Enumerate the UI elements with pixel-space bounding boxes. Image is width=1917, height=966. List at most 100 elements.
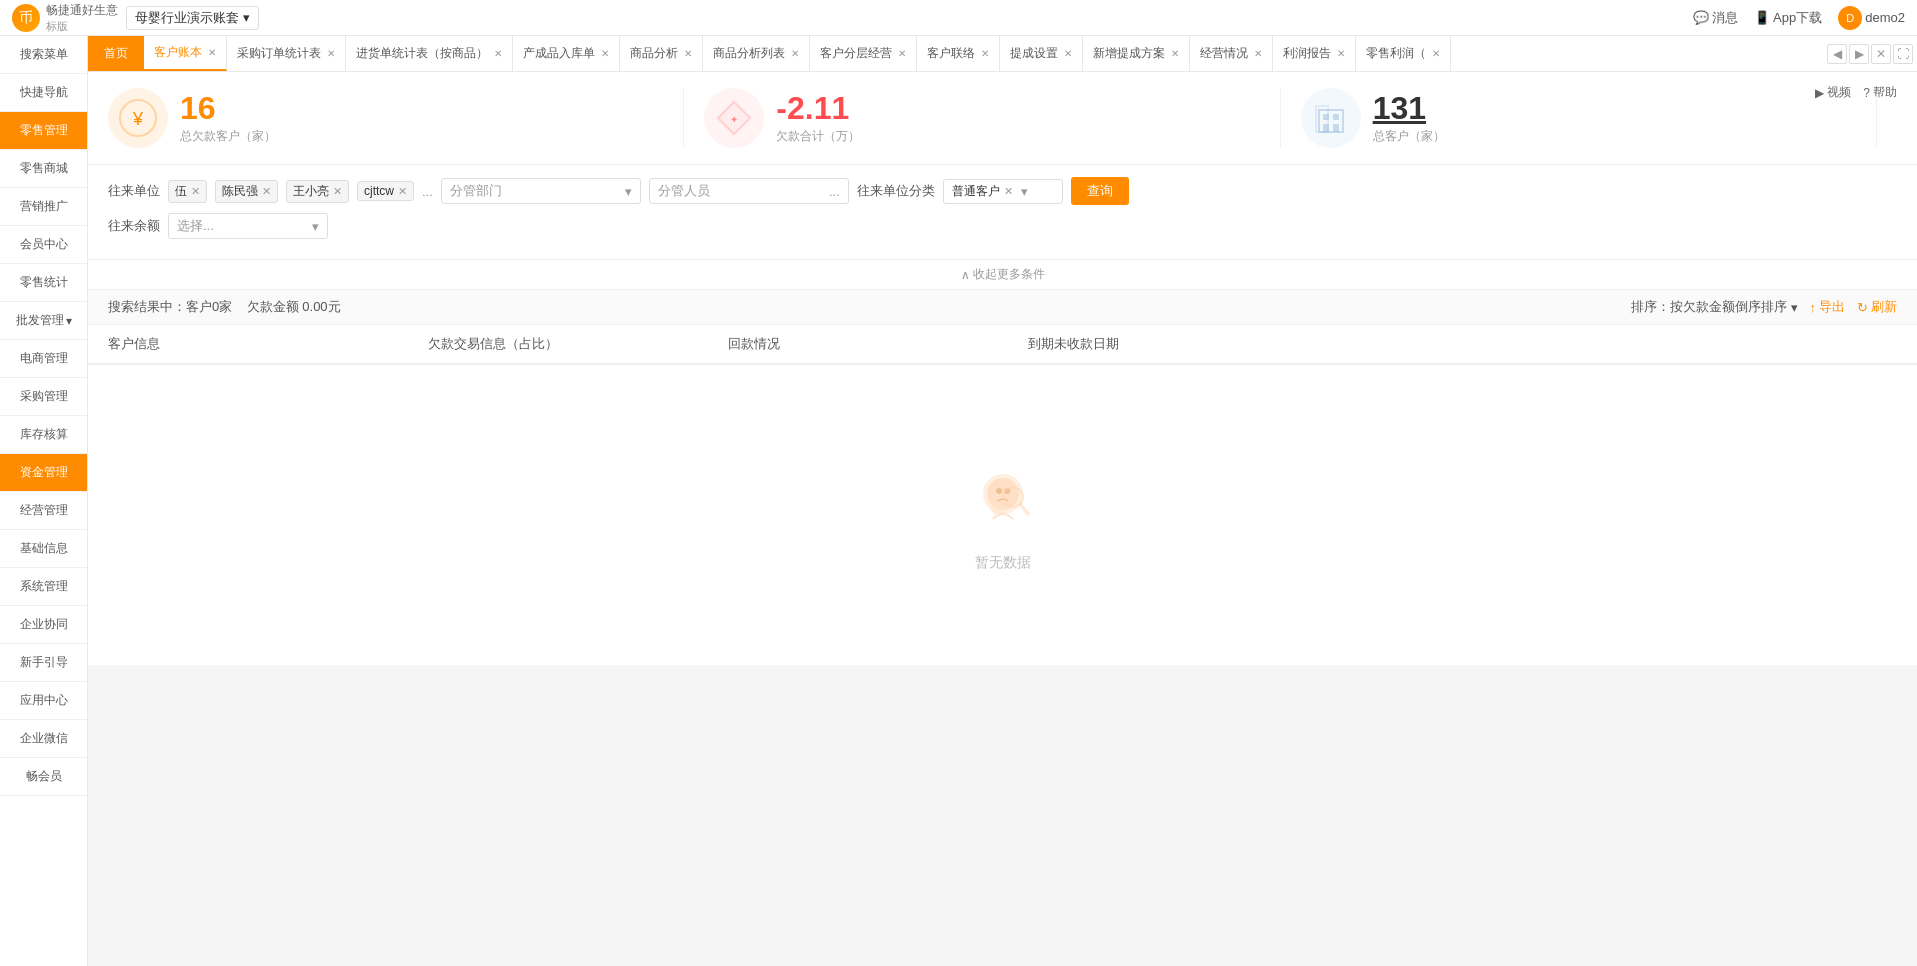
chevron-up-icon: ∧ <box>961 268 970 282</box>
filter-balance-select[interactable]: 选择... ▾ <box>168 213 328 239</box>
sidebar-item-retail-stats[interactable]: 零售统计 <box>0 264 87 302</box>
tab-next-btn[interactable]: ▶ <box>1849 44 1869 64</box>
remove-tag-cjttcw[interactable]: ✕ <box>398 185 407 198</box>
tab-close-icon[interactable]: ✕ <box>684 48 692 59</box>
video-icon: ▶ <box>1815 86 1824 100</box>
tab-customer-contact[interactable]: 客户联络 ✕ <box>917 36 1000 71</box>
tab-inbound-stats[interactable]: 进货单统计表（按商品） ✕ <box>346 36 513 71</box>
remove-tag-wang[interactable]: ✕ <box>333 185 342 198</box>
tab-close-icon[interactable]: ✕ <box>327 48 335 59</box>
tab-close-icon[interactable]: ✕ <box>494 48 502 59</box>
stat-values-amount: -2.11 欠款合计（万） <box>776 91 860 145</box>
tab-expand-btn[interactable]: ⛶ <box>1893 44 1913 64</box>
collapse-btn[interactable]: ∧ 收起更多条件 <box>961 266 1045 283</box>
svg-rect-5 <box>1319 110 1343 132</box>
sidebar-item-quicknav[interactable]: 快捷导航 <box>0 74 87 112</box>
query-button[interactable]: 查询 <box>1071 177 1129 205</box>
remove-tag-normal-customer[interactable]: ✕ <box>1004 185 1013 198</box>
tab-arrows: ◀ ▶ ✕ ⛶ <box>1823 36 1917 71</box>
svg-text:✦: ✦ <box>730 114 738 125</box>
logo-title: 畅捷通好生意 <box>46 2 118 19</box>
stat-values-customers: 16 总欠款客户（家） <box>180 91 276 145</box>
sidebar-item-appcenter[interactable]: 应用中心 <box>0 682 87 720</box>
tab-close-icon[interactable]: ✕ <box>1337 48 1345 59</box>
remove-tag-wu[interactable]: ✕ <box>191 185 200 198</box>
tab-close-icon[interactable]: ✕ <box>1171 48 1179 59</box>
remove-tag-chen[interactable]: ✕ <box>262 185 271 198</box>
svg-point-14 <box>996 488 1002 494</box>
tab-close-icon[interactable]: ✕ <box>208 47 216 58</box>
svg-rect-7 <box>1333 114 1339 120</box>
tab-close-icon[interactable]: ✕ <box>898 48 906 59</box>
sidebar-item-marketing[interactable]: 营销推广 <box>0 188 87 226</box>
stat-icon-diamond: ✦ <box>704 88 764 148</box>
sort-label: 排序：按欠款金额倒序排序 <box>1631 298 1787 316</box>
sidebar-item-basic-info[interactable]: 基础信息 <box>0 530 87 568</box>
sidebar-item-wechat[interactable]: 企业微信 <box>0 720 87 758</box>
export-btn[interactable]: ↑ 导出 <box>1810 298 1846 316</box>
app-download-btn[interactable]: 📱 App下载 <box>1754 9 1822 27</box>
help-btn[interactable]: ? 帮助 <box>1863 84 1897 101</box>
sidebar-item-inventory[interactable]: 库存核算 <box>0 416 87 454</box>
filter-person-select[interactable]: 分管人员 ... <box>649 178 849 204</box>
collapse-row: ∧ 收起更多条件 <box>88 260 1917 290</box>
sidebar-item-member[interactable]: 会员中心 <box>0 226 87 264</box>
tab-customer-ledger[interactable]: 客户账本 ✕ <box>144 36 227 71</box>
tab-retail-profit[interactable]: 零售利润（ ✕ <box>1356 36 1451 71</box>
filter-more-btn[interactable]: ... <box>422 184 433 199</box>
sidebar-item-finance[interactable]: 资金管理 <box>0 454 87 492</box>
tab-purchase-order[interactable]: 采购订单统计表 ✕ <box>227 36 346 71</box>
stat-total-customers: 131 总客户（家） <box>1301 88 1877 148</box>
tab-customer-tier[interactable]: 客户分层经营 ✕ <box>810 36 917 71</box>
filter-unit-class-select[interactable]: 普通客户 ✕ ▾ <box>943 179 1063 204</box>
sidebar: 搜索菜单 快捷导航 零售管理 零售商城 营销推广 会员中心 零售统计 批发管理 … <box>0 36 88 966</box>
filter-tag-chen: 陈民强 ✕ <box>215 180 278 203</box>
tab-business-status[interactable]: 经营情况 ✕ <box>1190 36 1273 71</box>
tab-close-all-btn[interactable]: ✕ <box>1871 44 1891 64</box>
sidebar-item-search[interactable]: 搜索菜单 <box>0 36 87 74</box>
tab-close-icon[interactable]: ✕ <box>1254 48 1262 59</box>
sidebar-item-newguide[interactable]: 新手引导 <box>0 644 87 682</box>
video-btn[interactable]: ▶ 视频 <box>1815 84 1851 101</box>
stat-number-customers: 16 <box>180 91 276 126</box>
sidebar-item-enterprise[interactable]: 企业协同 <box>0 606 87 644</box>
sidebar-item-ecommerce[interactable]: 电商管理 <box>0 340 87 378</box>
user-avatar-area[interactable]: D demo2 <box>1838 6 1905 30</box>
tab-product-inbound[interactable]: 产成品入库单 ✕ <box>513 36 620 71</box>
store-select[interactable]: 母婴行业演示账套 ▾ <box>126 6 259 30</box>
tab-commission-settings[interactable]: 提成设置 ✕ <box>1000 36 1083 71</box>
filter-tag-wang: 王小亮 ✕ <box>286 180 349 203</box>
tab-close-icon[interactable]: ✕ <box>981 48 989 59</box>
refresh-btn[interactable]: ↻ 刷新 <box>1857 298 1897 316</box>
tab-product-analysis[interactable]: 商品分析 ✕ <box>620 36 703 71</box>
sidebar-item-operation[interactable]: 经营管理 <box>0 492 87 530</box>
tab-product-analysis-list[interactable]: 商品分析列表 ✕ <box>703 36 810 71</box>
tab-home[interactable]: 首页 <box>88 36 144 71</box>
page-content: ¥ 16 总欠款客户（家） ✦ <box>88 72 1917 966</box>
stats-header: ¥ 16 总欠款客户（家） ✦ <box>88 72 1917 165</box>
message-btn[interactable]: 💬 消息 <box>1693 9 1738 27</box>
tab-close-icon[interactable]: ✕ <box>1064 48 1072 59</box>
tab-add-commission[interactable]: 新增提成方案 ✕ <box>1083 36 1190 71</box>
filter-area: 往来单位 伍 ✕ 陈民强 ✕ 王小亮 ✕ cjttcw <box>88 165 1917 260</box>
table-header: 客户信息 欠款交易信息（占比） 回款情况 到期未收款日期 <box>88 325 1917 365</box>
sort-select[interactable]: 排序：按欠款金额倒序排序 ▾ <box>1631 298 1798 316</box>
sidebar-item-system[interactable]: 系统管理 <box>0 568 87 606</box>
sidebar-item-purchase[interactable]: 采购管理 <box>0 378 87 416</box>
stat-label-amount: 欠款合计（万） <box>776 128 860 145</box>
stat-overdue-amount: ✦ -2.11 欠款合计（万） <box>704 88 1280 148</box>
more-icon: ... <box>829 184 840 199</box>
sidebar-item-retail-shop[interactable]: 零售商城 <box>0 150 87 188</box>
export-icon: ↑ <box>1810 300 1817 315</box>
filter-dept-select[interactable]: 分管部门 ▾ <box>441 178 641 204</box>
filter-balance-label: 往来余额 <box>108 217 160 235</box>
chevron-down-icon: ▾ <box>1791 300 1798 315</box>
tab-close-icon[interactable]: ✕ <box>601 48 609 59</box>
sidebar-item-member2[interactable]: 畅会员 <box>0 758 87 796</box>
sidebar-item-retail[interactable]: 零售管理 <box>0 112 87 150</box>
tab-prev-btn[interactable]: ◀ <box>1827 44 1847 64</box>
tab-close-icon[interactable]: ✕ <box>1432 48 1440 59</box>
tab-close-icon[interactable]: ✕ <box>791 48 799 59</box>
sidebar-item-wholesale[interactable]: 批发管理 ▾ <box>0 302 87 340</box>
tab-profit-report[interactable]: 利润报告 ✕ <box>1273 36 1356 71</box>
